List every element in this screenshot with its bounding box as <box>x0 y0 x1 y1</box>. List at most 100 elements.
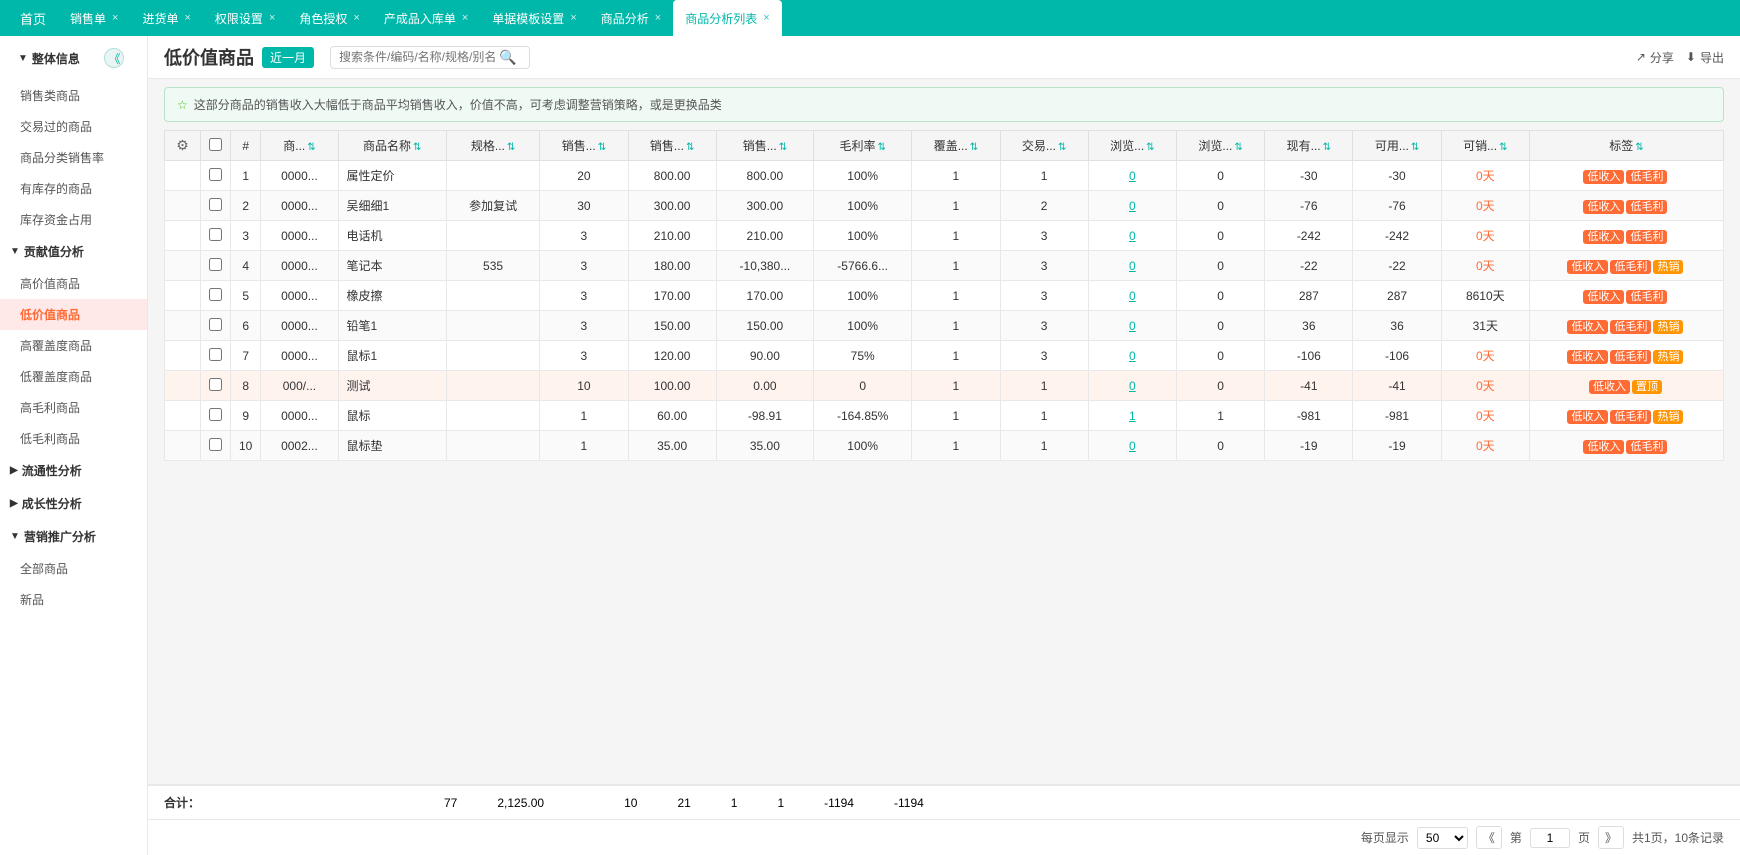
col-code[interactable]: 商...⇅ <box>261 131 338 161</box>
cell-checkbox[interactable] <box>201 221 231 251</box>
sidebar-group-marketing[interactable]: ▼ 营销推广分析 <box>0 520 147 553</box>
browse1-link[interactable]: 0 <box>1129 289 1136 303</box>
select-all-checkbox[interactable] <box>209 138 222 151</box>
sidebar-item-high-margin[interactable]: 高毛利商品 <box>0 392 147 423</box>
browse1-link[interactable]: 0 <box>1129 319 1136 333</box>
nav-analysis[interactable]: 商品分析 × <box>589 0 673 36</box>
cell-browse1[interactable]: 0 <box>1088 221 1176 251</box>
sidebar-item-all-goods[interactable]: 全部商品 <box>0 553 147 584</box>
col-spec[interactable]: 规格...⇅ <box>446 131 539 161</box>
nav-sales[interactable]: 销售单 × <box>58 0 130 36</box>
browse1-link[interactable]: 0 <box>1129 169 1136 183</box>
sidebar-item-category-rate[interactable]: 商品分类销售率 <box>0 142 147 173</box>
sidebar-item-stock-capital[interactable]: 库存资金占用 <box>0 204 147 235</box>
cell-checkbox[interactable] <box>201 191 231 221</box>
col-name[interactable]: 商品名称⇅ <box>338 131 446 161</box>
next-page-btn[interactable]: 》 <box>1598 826 1624 849</box>
col-gross-rate[interactable]: 毛利率⇅ <box>814 131 912 161</box>
browse1-link[interactable]: 0 <box>1129 259 1136 273</box>
sidebar-group-overall[interactable]: ▼ 整体信息 <box>8 42 90 75</box>
sidebar-item-sales-goods[interactable]: 销售类商品 <box>0 80 147 111</box>
nav-analysis-list-close[interactable]: × <box>763 12 769 24</box>
search-input[interactable] <box>339 50 499 64</box>
row-checkbox[interactable] <box>209 408 222 421</box>
sidebar-item-low-coverage[interactable]: 低覆盖度商品 <box>0 361 147 392</box>
cell-checkbox[interactable] <box>201 281 231 311</box>
first-page-btn[interactable]: 《 <box>1476 826 1502 849</box>
cell-browse1[interactable]: 0 <box>1088 191 1176 221</box>
export-btn[interactable]: ⬇ 导出 <box>1686 49 1724 66</box>
col-sales-price[interactable]: 销售...⇅ <box>628 131 716 161</box>
cell-browse1[interactable]: 0 <box>1088 341 1176 371</box>
nav-templates-close[interactable]: × <box>570 12 576 24</box>
row-checkbox[interactable] <box>209 318 222 331</box>
col-checkbox[interactable] <box>201 131 231 161</box>
cell-browse1[interactable]: 0 <box>1088 311 1176 341</box>
nav-analysis-list[interactable]: 商品分析列表 × <box>673 0 781 36</box>
nav-roles[interactable]: 角色授权 × <box>287 0 371 36</box>
col-current[interactable]: 现有...⇅ <box>1265 131 1353 161</box>
cell-checkbox[interactable] <box>201 431 231 461</box>
row-checkbox[interactable] <box>209 258 222 271</box>
col-sales-qty[interactable]: 销售...⇅ <box>540 131 628 161</box>
col-transaction[interactable]: 交易...⇅ <box>1000 131 1088 161</box>
row-checkbox[interactable] <box>209 438 222 451</box>
sidebar-item-stock-goods[interactable]: 有库存的商品 <box>0 173 147 204</box>
col-tags[interactable]: 标签⇅ <box>1529 131 1723 161</box>
nav-templates[interactable]: 单据模板设置 × <box>480 0 588 36</box>
nav-home[interactable]: 首页 <box>8 0 58 36</box>
col-coverage[interactable]: 覆盖...⇅ <box>912 131 1000 161</box>
col-available[interactable]: 可用...⇅ <box>1353 131 1441 161</box>
nav-purchase-close[interactable]: × <box>184 12 190 24</box>
sidebar-group-contribution[interactable]: ▼ 贡献值分析 <box>0 235 147 268</box>
sidebar-collapse-btn[interactable]: 《 <box>104 48 124 68</box>
browse1-link[interactable]: 0 <box>1129 439 1136 453</box>
cell-checkbox[interactable] <box>201 251 231 281</box>
row-checkbox[interactable] <box>209 168 222 181</box>
sidebar-item-high-coverage[interactable]: 高覆盖度商品 <box>0 330 147 361</box>
sidebar-group-flow[interactable]: ▶ 流通性分析 <box>0 454 147 487</box>
page-number-input[interactable] <box>1530 828 1570 848</box>
nav-warehouse[interactable]: 产成品入库单 × <box>372 0 480 36</box>
cell-checkbox[interactable] <box>201 311 231 341</box>
nav-roles-close[interactable]: × <box>353 12 359 24</box>
browse1-link[interactable]: 1 <box>1129 409 1136 423</box>
sidebar-item-traded-goods[interactable]: 交易过的商品 <box>0 111 147 142</box>
search-icon[interactable]: 🔍 <box>499 49 516 66</box>
row-checkbox[interactable] <box>209 378 222 391</box>
row-checkbox[interactable] <box>209 288 222 301</box>
nav-permissions-close[interactable]: × <box>269 12 275 24</box>
col-settings[interactable]: ⚙ <box>165 131 201 161</box>
row-checkbox[interactable] <box>209 228 222 241</box>
sidebar-item-low-margin[interactable]: 低毛利商品 <box>0 423 147 454</box>
col-browse2[interactable]: 浏览...⇅ <box>1176 131 1264 161</box>
browse1-link[interactable]: 0 <box>1129 199 1136 213</box>
cell-checkbox[interactable] <box>201 401 231 431</box>
cell-browse1[interactable]: 0 <box>1088 431 1176 461</box>
browse1-link[interactable]: 0 <box>1129 229 1136 243</box>
time-tag-btn[interactable]: 近一月 <box>262 47 314 68</box>
settings-icon[interactable]: ⚙ <box>176 137 189 153</box>
cell-browse1[interactable]: 0 <box>1088 281 1176 311</box>
cell-browse1[interactable]: 0 <box>1088 251 1176 281</box>
cell-browse1[interactable]: 0 <box>1088 371 1176 401</box>
browse1-link[interactable]: 0 <box>1129 349 1136 363</box>
nav-sales-close[interactable]: × <box>112 12 118 24</box>
sidebar-group-growth[interactable]: ▶ 成长性分析 <box>0 487 147 520</box>
col-sales-amount[interactable]: 销售...⇅ <box>716 131 813 161</box>
cell-checkbox[interactable] <box>201 371 231 401</box>
row-checkbox[interactable] <box>209 348 222 361</box>
share-btn[interactable]: ↗ 分享 <box>1636 49 1674 66</box>
sidebar-item-low-value[interactable]: 低价值商品 <box>0 299 147 330</box>
col-browse1[interactable]: 浏览...⇅ <box>1088 131 1176 161</box>
cell-browse1[interactable]: 0 <box>1088 161 1176 191</box>
nav-warehouse-close[interactable]: × <box>462 12 468 24</box>
cell-checkbox[interactable] <box>201 161 231 191</box>
browse1-link[interactable]: 0 <box>1129 379 1136 393</box>
col-sellable[interactable]: 可销...⇅ <box>1441 131 1529 161</box>
nav-analysis-close[interactable]: × <box>655 12 661 24</box>
cell-browse1[interactable]: 1 <box>1088 401 1176 431</box>
nav-purchase[interactable]: 进货单 × <box>130 0 202 36</box>
row-checkbox[interactable] <box>209 198 222 211</box>
sidebar-item-new-goods[interactable]: 新品 <box>0 584 147 615</box>
